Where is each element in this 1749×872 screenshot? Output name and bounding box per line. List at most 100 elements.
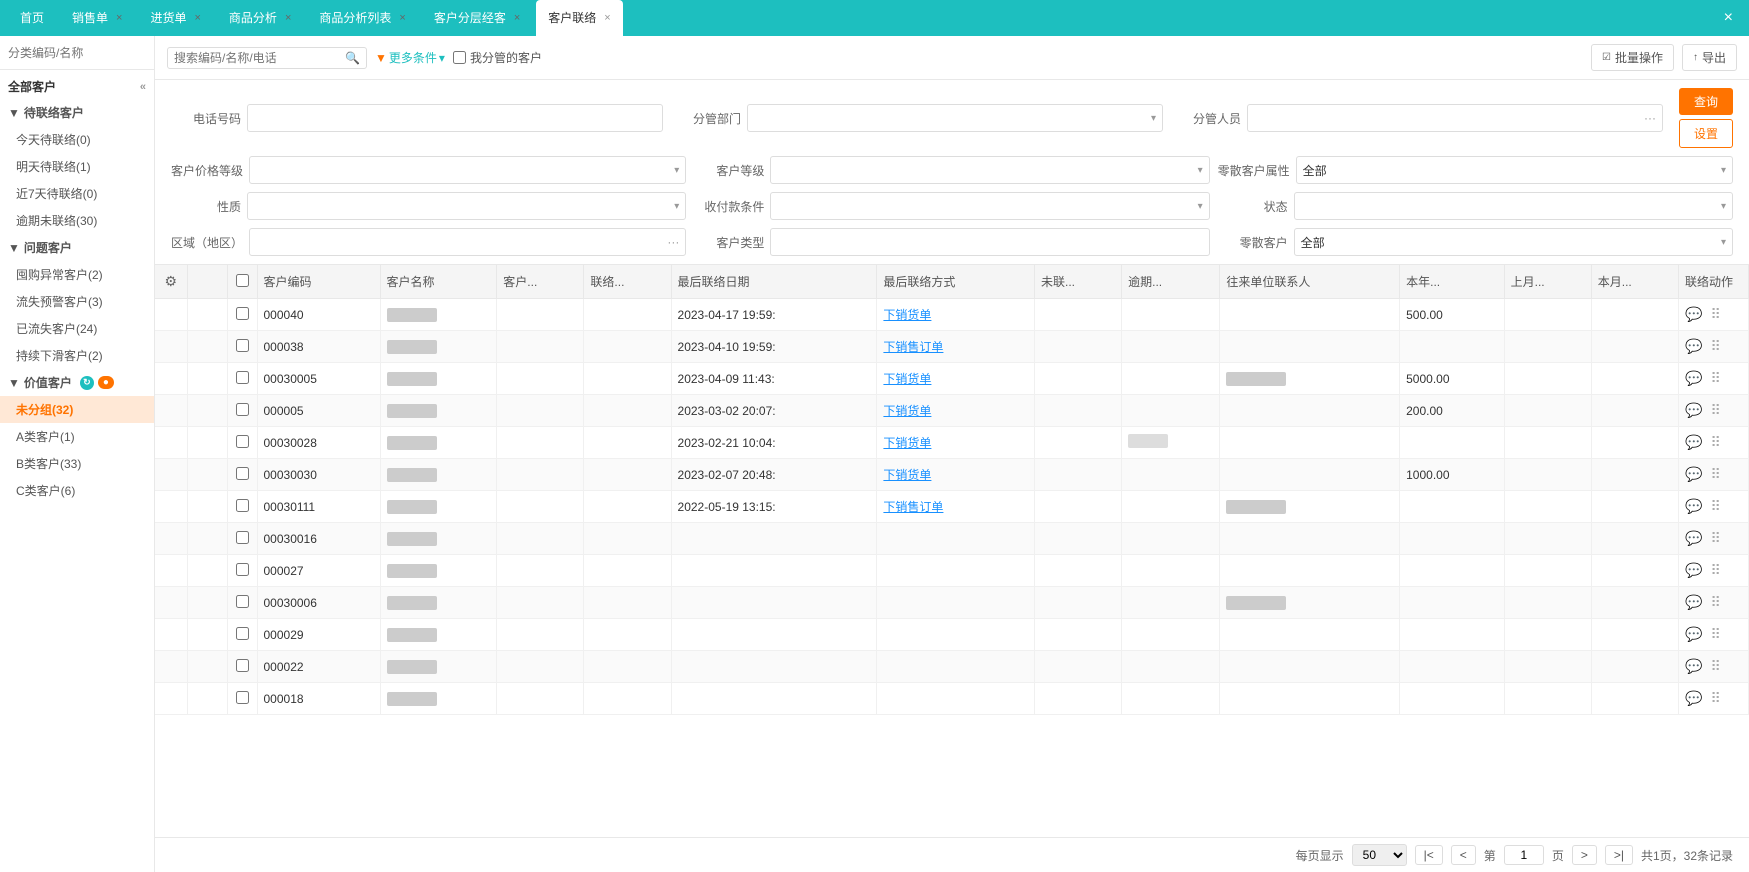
contact-method-link[interactable]: 下销售订单 bbox=[883, 340, 943, 354]
sidebar-item-tomorrow-pending[interactable]: 明天待联络(1) bbox=[0, 153, 154, 180]
th-check[interactable] bbox=[227, 265, 257, 299]
retail-attr-select[interactable]: 全部 ▾ bbox=[1296, 156, 1733, 184]
region-select[interactable]: ··· bbox=[249, 228, 686, 256]
sidebar-item-abnormal[interactable]: 囤购异常客户(2) bbox=[0, 261, 154, 288]
all-customers-header[interactable]: 全部客户 « bbox=[0, 70, 154, 99]
grid-icon[interactable]: ⠿ bbox=[1710, 370, 1720, 387]
row-checkbox[interactable] bbox=[236, 339, 249, 352]
chat-icon[interactable]: 💬 bbox=[1685, 434, 1702, 451]
grid-icon[interactable]: ⠿ bbox=[1710, 594, 1720, 611]
nav-tab-purchase[interactable]: 进货单 × bbox=[138, 0, 212, 36]
nav-tab-customer-segment[interactable]: 客户分层经客 × bbox=[422, 0, 532, 36]
chat-icon[interactable]: 💬 bbox=[1685, 530, 1702, 547]
td-last-contact-method[interactable] bbox=[877, 683, 1035, 715]
chat-icon[interactable]: 💬 bbox=[1685, 498, 1702, 515]
phone-input[interactable] bbox=[247, 104, 663, 132]
nav-tab-product-list[interactable]: 商品分析列表 × bbox=[307, 0, 417, 36]
page-number-input[interactable] bbox=[1504, 845, 1544, 865]
grid-icon[interactable]: ⠿ bbox=[1710, 562, 1720, 579]
product-list-tab-close[interactable]: × bbox=[399, 0, 405, 36]
sidebar-item-churned[interactable]: 已流失客户(24) bbox=[0, 315, 154, 342]
grid-icon[interactable]: ⠿ bbox=[1710, 466, 1720, 483]
contact-method-link[interactable]: 下销货单 bbox=[883, 372, 931, 386]
next-page-button[interactable]: > bbox=[1572, 845, 1597, 865]
chat-icon[interactable]: 💬 bbox=[1685, 338, 1702, 355]
nature-select[interactable]: ▾ bbox=[247, 192, 686, 220]
td-last-contact-method[interactable]: 下销货单 bbox=[877, 363, 1035, 395]
sidebar-item-ungroup[interactable]: 未分组(32) bbox=[0, 396, 154, 423]
td-last-contact-method[interactable] bbox=[877, 523, 1035, 555]
chat-icon[interactable]: 💬 bbox=[1685, 658, 1702, 675]
dept-select[interactable]: ▾ bbox=[747, 104, 1163, 132]
chat-icon[interactable]: 💬 bbox=[1685, 594, 1702, 611]
query-button[interactable]: 查询 bbox=[1679, 88, 1733, 115]
td-last-contact-method[interactable]: 下销货单 bbox=[877, 427, 1035, 459]
filter-search-icon[interactable]: 🔍 bbox=[345, 51, 360, 65]
sidebar-search-input[interactable] bbox=[8, 46, 155, 60]
contact-method-link[interactable]: 下销货单 bbox=[883, 404, 931, 418]
th-settings[interactable]: ⚙ bbox=[155, 265, 187, 299]
grid-icon[interactable]: ⠿ bbox=[1710, 338, 1720, 355]
purchase-tab-close[interactable]: × bbox=[194, 0, 200, 36]
grid-icon[interactable]: ⠿ bbox=[1710, 626, 1720, 643]
customer-level-select[interactable]: ▾ bbox=[770, 156, 1209, 184]
last-page-button[interactable]: >| bbox=[1605, 845, 1633, 865]
td-last-contact-method[interactable] bbox=[877, 587, 1035, 619]
td-last-contact-method[interactable]: 下销货单 bbox=[877, 459, 1035, 491]
grid-icon[interactable]: ⠿ bbox=[1710, 402, 1720, 419]
sidebar-item-c-class[interactable]: C类客户(6) bbox=[0, 477, 154, 504]
row-checkbox[interactable] bbox=[236, 307, 249, 320]
nav-tab-customer-contact[interactable]: 客户联络 × bbox=[536, 0, 622, 36]
chat-icon[interactable]: 💬 bbox=[1685, 466, 1702, 483]
customer-type-select[interactable] bbox=[770, 228, 1209, 256]
sidebar-item-overdue-pending[interactable]: 逾期未联络(30) bbox=[0, 207, 154, 234]
row-checkbox[interactable] bbox=[236, 563, 249, 576]
td-last-contact-method[interactable]: 下销售订单 bbox=[877, 331, 1035, 363]
row-checkbox[interactable] bbox=[236, 531, 249, 544]
row-checkbox[interactable] bbox=[236, 371, 249, 384]
nav-tab-sales[interactable]: 销售单 × bbox=[60, 0, 134, 36]
filter-search-input[interactable] bbox=[174, 51, 341, 65]
chat-icon[interactable]: 💬 bbox=[1685, 562, 1702, 579]
sales-tab-close[interactable]: × bbox=[116, 0, 122, 36]
customer-contact-tab-close[interactable]: × bbox=[604, 0, 610, 36]
retail-customer-select[interactable]: 全部 ▾ bbox=[1294, 228, 1733, 256]
chat-icon[interactable]: 💬 bbox=[1685, 626, 1702, 643]
chat-icon[interactable]: 💬 bbox=[1685, 402, 1702, 419]
grid-icon[interactable]: ⠿ bbox=[1710, 530, 1720, 547]
reset-button[interactable]: 设置 bbox=[1679, 119, 1733, 148]
contact-method-link[interactable]: 下销货单 bbox=[883, 436, 931, 450]
payment-select[interactable]: ▾ bbox=[770, 192, 1209, 220]
sidebar-item-churn-warning[interactable]: 流失预警客户(3) bbox=[0, 288, 154, 315]
row-checkbox[interactable] bbox=[236, 403, 249, 416]
td-last-contact-method[interactable]: 下销货单 bbox=[877, 299, 1035, 331]
chat-icon[interactable]: 💬 bbox=[1685, 306, 1702, 323]
window-close-button[interactable]: × bbox=[1716, 9, 1741, 27]
my-customers-checkbox[interactable] bbox=[453, 51, 466, 64]
row-checkbox[interactable] bbox=[236, 627, 249, 640]
price-level-select[interactable]: ▾ bbox=[249, 156, 686, 184]
grid-icon[interactable]: ⠿ bbox=[1710, 658, 1720, 675]
grid-icon[interactable]: ⠿ bbox=[1710, 306, 1720, 323]
sidebar-item-week-pending[interactable]: 近7天待联络(0) bbox=[0, 180, 154, 207]
contact-method-link[interactable]: 下销货单 bbox=[883, 468, 931, 482]
nav-tab-home[interactable]: 首页 bbox=[8, 0, 56, 36]
td-last-contact-method[interactable] bbox=[877, 555, 1035, 587]
more-conditions-button[interactable]: ▼ 更多条件 ▾ bbox=[375, 49, 445, 66]
product-analysis-tab-close[interactable]: × bbox=[285, 0, 291, 36]
manager-dotdot[interactable]: ··· bbox=[1644, 111, 1656, 125]
all-customers-collapse-icon[interactable]: « bbox=[140, 81, 146, 93]
batch-operation-button[interactable]: ☑ 批量操作 bbox=[1591, 44, 1674, 71]
customer-segment-tab-close[interactable]: × bbox=[514, 0, 520, 36]
prev-page-button[interactable]: < bbox=[1451, 845, 1476, 865]
td-last-contact-method[interactable]: 下销售订单 bbox=[877, 491, 1035, 523]
page-size-select[interactable]: 50 100 bbox=[1352, 844, 1407, 866]
problem-group-header[interactable]: ▼ 问题客户 bbox=[0, 234, 154, 261]
sidebar-item-a-class[interactable]: A类客户(1) bbox=[0, 423, 154, 450]
scoring-group-header[interactable]: ▼ 价值客户 ↻ ● bbox=[0, 369, 154, 396]
chat-icon[interactable]: 💬 bbox=[1685, 690, 1702, 707]
grid-icon[interactable]: ⠿ bbox=[1710, 690, 1720, 707]
region-dotdot[interactable]: ··· bbox=[667, 235, 679, 249]
sidebar-item-b-class[interactable]: B类客户(33) bbox=[0, 450, 154, 477]
grid-icon[interactable]: ⠿ bbox=[1710, 498, 1720, 515]
